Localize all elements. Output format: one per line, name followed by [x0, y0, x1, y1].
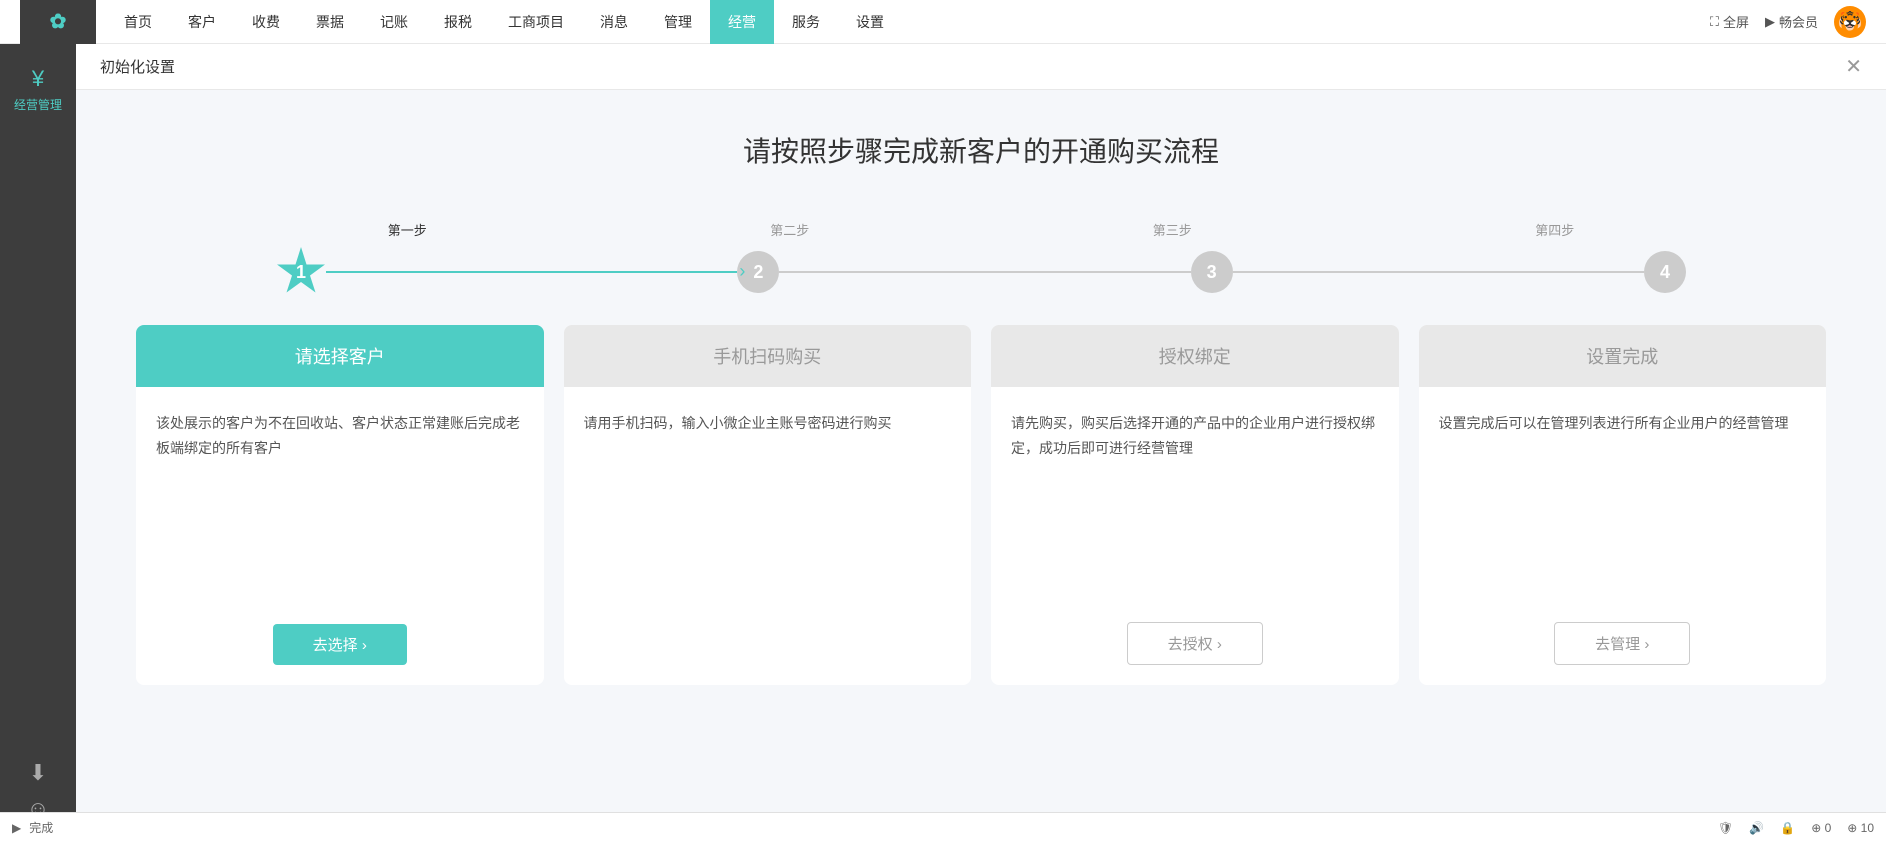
wizard-content: 请按照步骤完成新客户的开通购买流程 第一步 第二步 第三步 第四步 1 › [76, 90, 1886, 838]
step-3-number: 3 [1207, 262, 1217, 283]
fullscreen-btn[interactable]: ⛶ 全屏 [1710, 12, 1749, 31]
status-bar: ▶ 完成 🛡 🔊 🔒 ⊕ 0 ⊕ 10 [0, 812, 1886, 842]
step-card-1: 请选择客户 该处展示的客户为不在回收站、客户状态正常建账后完成老板端绑定的所有客… [136, 325, 544, 685]
logo-icon: ✿ [50, 9, 67, 34]
card-2-body: 请用手机扫码，输入小微企业主账号密码进行购买 [564, 387, 972, 645]
page-title: 初始化设置 [100, 56, 175, 77]
step-line-1: › [326, 271, 737, 273]
go-select-button[interactable]: 去选择 › [273, 624, 407, 665]
steps-labels: 第一步 第二步 第三步 第四步 [136, 220, 1826, 239]
card-1-footer: 去选择 › [136, 604, 544, 685]
step-line-2: › [779, 271, 1190, 273]
update-count: ⊕ 10 [1847, 821, 1874, 835]
card-4-footer: 去管理 › [1419, 602, 1827, 685]
app-logo[interactable]: ✿ [20, 0, 96, 44]
card-3-header: 授权绑定 [991, 325, 1399, 387]
status-bar-left: ▶ 完成 [12, 819, 53, 836]
card-1-title: 请选择客户 [295, 347, 385, 367]
nav-customer[interactable]: 客户 [170, 0, 234, 44]
nav-message[interactable]: 消息 [582, 0, 646, 44]
nav-fee[interactable]: 收费 [234, 0, 298, 44]
lock-icon: 🔒 [1780, 821, 1795, 835]
card-3-footer: 去授权 › [991, 602, 1399, 685]
nav-home[interactable]: 首页 [106, 0, 170, 44]
step-label-3: 第三步 [981, 220, 1364, 239]
nav-manage[interactable]: 管理 [646, 0, 710, 44]
card-4-text: 设置完成后可以在管理列表进行所有企业用户的经营管理 [1439, 415, 1789, 431]
step-card-3: 授权绑定 请先购买，购买后选择开通的产品中的企业用户进行授权绑定，成功后即可进行… [991, 325, 1399, 685]
card-4-title: 设置完成 [1586, 347, 1658, 367]
member-label: 畅会员 [1779, 12, 1818, 31]
main-content: 初始化设置 ✕ 请按照步骤完成新客户的开通购买流程 第一步 第二步 第三步 第四… [76, 44, 1886, 842]
go-auth-button[interactable]: 去授权 › [1127, 622, 1263, 665]
wizard-main-title: 请按照步骤完成新客户的开通购买流程 [136, 130, 1826, 170]
card-2-title: 手机扫码购买 [713, 347, 821, 367]
nav-service[interactable]: 服务 [774, 0, 838, 44]
step-label-2: 第二步 [599, 220, 982, 239]
nav-operation[interactable]: 经营 [710, 0, 774, 44]
step-card-4: 设置完成 设置完成后可以在管理列表进行所有企业用户的经营管理 去管理 › [1419, 325, 1827, 685]
step-2-number: 2 [753, 262, 763, 283]
step-label-1: 第一步 [216, 220, 599, 239]
card-2-header: 手机扫码购买 [564, 325, 972, 387]
status-bar-right: 🛡 🔊 🔒 ⊕ 0 ⊕ 10 [1718, 821, 1874, 835]
page-header: 初始化设置 ✕ [76, 44, 1886, 90]
yuan-icon: ¥ [32, 66, 44, 92]
step-1-number: 1 [296, 262, 306, 283]
cards-row: 请选择客户 该处展示的客户为不在回收站、客户状态正常建账后完成老板端绑定的所有客… [136, 325, 1826, 685]
nav-items: 首页 客户 收费 票据 记账 报税 工商项目 消息 管理 经营 服务 设置 [106, 0, 1710, 44]
step-label-4: 第四步 [1364, 220, 1747, 239]
card-1-text: 该处展示的客户为不在回收站、客户状态正常建账后完成老板端绑定的所有客户 [156, 415, 520, 456]
card-3-text: 请先购买，购买后选择开通的产品中的企业用户进行授权绑定，成功后即可进行经营管理 [1011, 415, 1375, 456]
nav-tax[interactable]: 报税 [426, 0, 490, 44]
user-avatar[interactable]: 🐯 [1834, 6, 1866, 38]
step-1-indicator: 1 [276, 247, 326, 297]
volume-icon: 🔊 [1749, 821, 1764, 835]
card-3-title: 授权绑定 [1159, 347, 1231, 367]
sidebar: ¥ 经营管理 ⬇ ☺ [0, 44, 76, 842]
nav-business[interactable]: 工商项目 [490, 0, 582, 44]
fullscreen-icon: ⛶ [1710, 14, 1719, 30]
member-btn[interactable]: ▶ 畅会员 [1765, 12, 1818, 31]
steps-progress: 1 › 2 › 3 › [136, 247, 1826, 297]
card-2-footer [564, 645, 972, 685]
download-icon[interactable]: ⬇ [29, 760, 47, 786]
fullscreen-label: 全屏 [1723, 12, 1749, 31]
close-button[interactable]: ✕ [1845, 57, 1862, 77]
nav-accounting[interactable]: 记账 [362, 0, 426, 44]
play-status-icon: ▶ [12, 821, 21, 835]
card-4-body: 设置完成后可以在管理列表进行所有企业用户的经营管理 [1419, 387, 1827, 602]
card-1-header: 请选择客户 [136, 325, 544, 387]
nav-invoice[interactable]: 票据 [298, 0, 362, 44]
main-layout: ¥ 经营管理 ⬇ ☺ 初始化设置 ✕ 请按照步骤完成新客户的开通购买流程 第一步… [0, 44, 1886, 842]
card-3-body: 请先购买，购买后选择开通的产品中的企业用户进行授权绑定，成功后即可进行经营管理 [991, 387, 1399, 602]
card-4-header: 设置完成 [1419, 325, 1827, 387]
step-4-number: 4 [1660, 262, 1670, 283]
step-card-2: 手机扫码购买 请用手机扫码，输入小微企业主账号密码进行购买 [564, 325, 972, 685]
card-2-text: 请用手机扫码，输入小微企业主账号密码进行购买 [584, 415, 892, 431]
shield-icon: 🛡 [1718, 821, 1733, 835]
nav-settings[interactable]: 设置 [838, 0, 902, 44]
go-manage-button[interactable]: 去管理 › [1554, 622, 1690, 665]
sidebar-item-operation[interactable]: ¥ 经营管理 [0, 54, 76, 124]
sidebar-label-operation: 经营管理 [14, 96, 62, 113]
nav-right: ⛶ 全屏 ▶ 畅会员 🐯 [1710, 6, 1866, 38]
top-navigation: ✿ 首页 客户 收费 票据 记账 报税 工商项目 消息 管理 经营 服务 设置 … [0, 0, 1886, 44]
play-icon: ▶ [1765, 14, 1775, 30]
notification-count: ⊕ 0 [1811, 821, 1831, 835]
step-line-3: › [1233, 271, 1644, 273]
card-1-body: 该处展示的客户为不在回收站、客户状态正常建账后完成老板端绑定的所有客户 [136, 387, 544, 604]
status-text: 完成 [29, 819, 53, 836]
